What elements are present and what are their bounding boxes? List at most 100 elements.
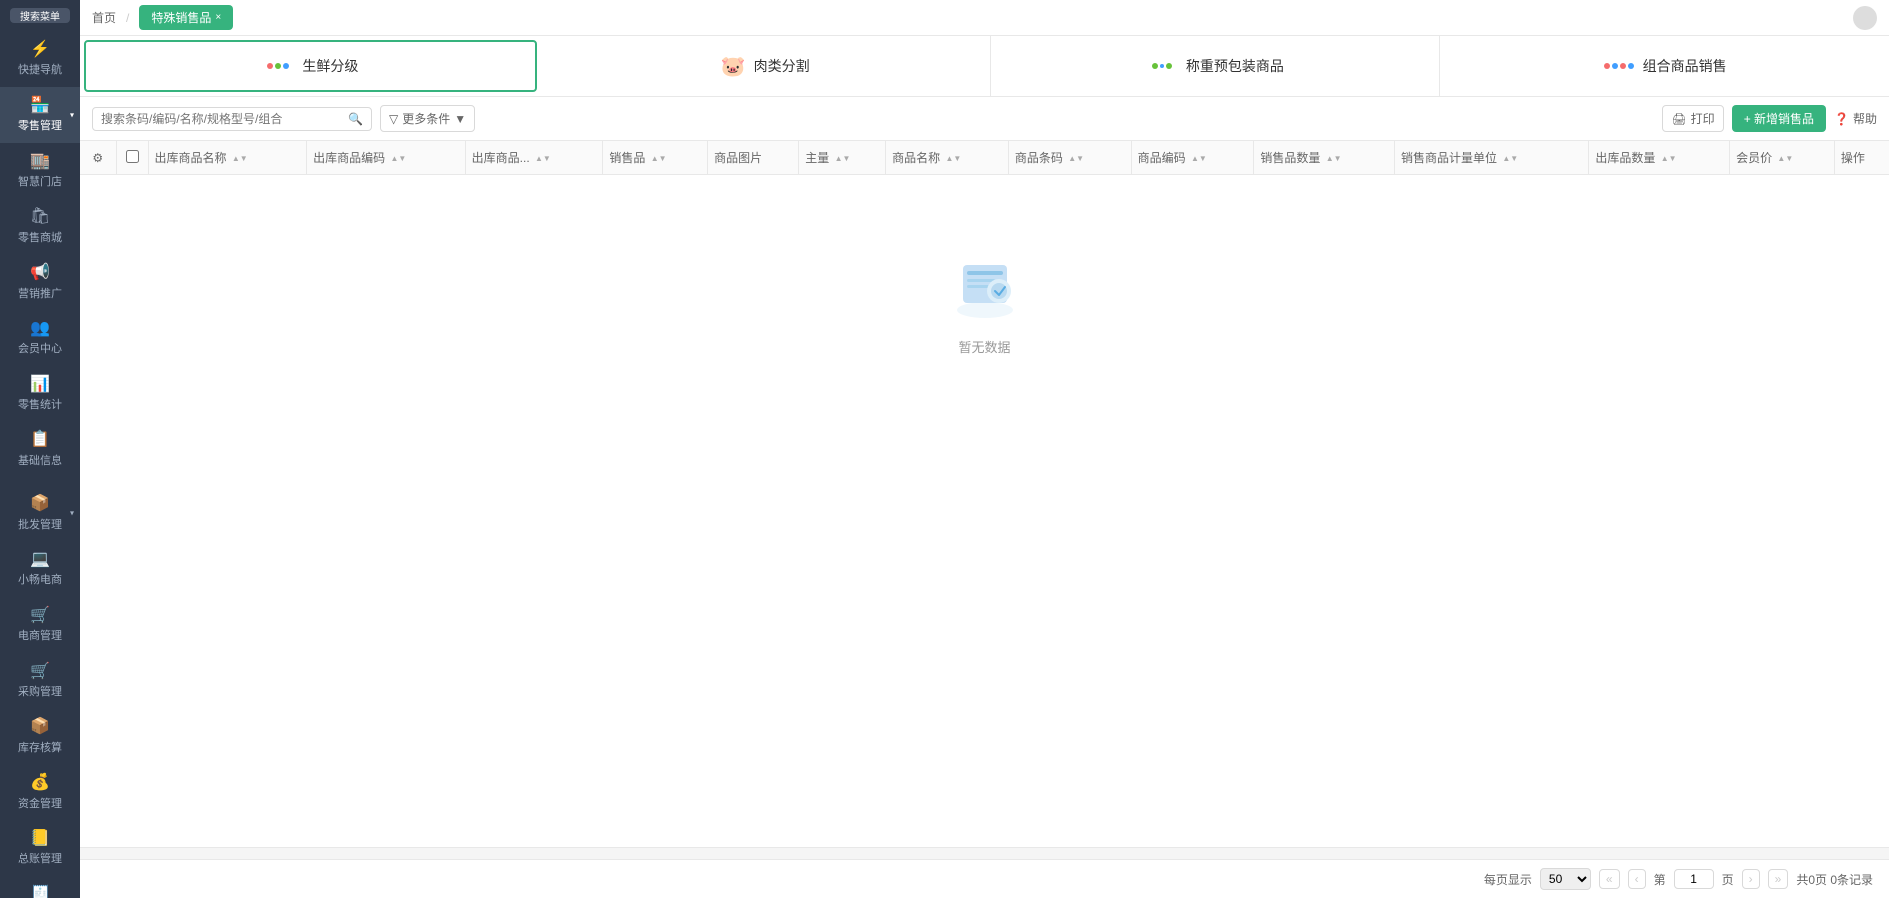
sort-icon[interactable]: ▲▼ — [232, 155, 248, 163]
tab-meat-cut-label: 肉类分割 — [754, 56, 810, 76]
tab-meat-cut[interactable]: 🐷 肉类分割 — [541, 36, 991, 96]
sidebar-item-inventory[interactable]: 📦 库存核算 — [0, 708, 80, 764]
sidebar-item-label: 零售管理 — [18, 119, 62, 134]
purchase-mgmt-icon: 🛒 — [30, 661, 50, 683]
prev-page-button[interactable]: ‹ — [1628, 869, 1646, 889]
sidebar-item-retail-stats[interactable]: 📊 零售统计 — [0, 366, 80, 422]
sidebar-item-label: 采购管理 — [18, 685, 62, 700]
help-icon: ❓ — [1834, 112, 1849, 126]
column-settings-icon[interactable]: ⚙ — [92, 151, 103, 165]
per-page-select[interactable]: 10 20 50 100 — [1540, 868, 1591, 890]
next-page-button[interactable]: › — [1742, 869, 1760, 889]
quick-nav-icon: ⚡ — [30, 39, 50, 61]
sidebar-item-label: 资金管理 — [18, 797, 62, 812]
first-page-button[interactable]: « — [1599, 869, 1620, 889]
sort-icon[interactable]: ▲▼ — [946, 155, 962, 163]
th-settings[interactable]: ⚙ — [80, 141, 116, 175]
page-input[interactable] — [1674, 869, 1714, 889]
new-sales-button[interactable]: + 新增销售品 — [1732, 105, 1826, 132]
page-suffix: 页 — [1722, 871, 1734, 888]
sidebar-item-ecom-mgmt[interactable]: 🛒 电商管理 — [0, 597, 80, 653]
mini-ecom-icon: 💻 — [30, 549, 50, 571]
filter-label: 更多条件 — [402, 110, 450, 127]
th-goods-code: 商品编码 ▲▼ — [1131, 141, 1254, 175]
th-image: 商品图片 — [708, 141, 799, 175]
th-out-spec: 出库商品... ▲▼ — [465, 141, 603, 175]
sidebar-item-quick-nav[interactable]: ⚡ 快捷导航 — [0, 31, 80, 87]
search-icon[interactable]: 🔍 — [348, 112, 363, 126]
th-action: 操作 — [1834, 141, 1889, 175]
th-out-qty: 出库品数量 ▲▼ — [1589, 141, 1730, 175]
print-button[interactable]: 🖨 打印 — [1662, 105, 1723, 132]
sort-icon[interactable]: ▲▼ — [1068, 155, 1084, 163]
basic-info-icon: 📋 — [30, 429, 50, 451]
sidebar-item-basic-info[interactable]: 📋 基础信息 — [0, 421, 80, 477]
th-sale-item: 销售品 ▲▼ — [603, 141, 708, 175]
last-page-button[interactable]: » — [1768, 869, 1789, 889]
sort-icon[interactable]: ▲▼ — [1326, 155, 1342, 163]
th-out-code: 出库商品编码 ▲▼ — [307, 141, 466, 175]
breadcrumb-separator: / — [126, 11, 129, 25]
sort-icon[interactable]: ▲▼ — [1191, 155, 1207, 163]
sidebar-item-label: 零售统计 — [18, 398, 62, 413]
ecom-mgmt-icon: 🛒 — [30, 605, 50, 627]
tab-fresh-grade[interactable]: 生鲜分级 — [84, 40, 537, 92]
top-header: 首页 / 特殊销售品 × — [80, 0, 1889, 36]
sidebar-item-sales-promo[interactable]: 📢 营销推广 — [0, 254, 80, 310]
sort-icon[interactable]: ▲▼ — [535, 155, 551, 163]
retail-mgmt-icon: 🏪 — [30, 95, 50, 117]
sidebar-item-smart-store[interactable]: 🏬 智慧门店 — [0, 143, 80, 199]
sort-icon[interactable]: ▲▼ — [1502, 155, 1518, 163]
sidebar-item-retail-mall[interactable]: 🛍 零售商城 — [0, 198, 80, 254]
member-center-icon: 👥 — [30, 318, 50, 340]
tab-fresh-grade-label: 生鲜分级 — [302, 56, 358, 76]
sort-icon[interactable]: ▲▼ — [1777, 155, 1793, 163]
sidebar-item-member-center[interactable]: 👥 会员中心 — [0, 310, 80, 366]
tab-close-icon[interactable]: × — [215, 12, 221, 23]
tab-scale-prepack[interactable]: 称重预包装商品 — [991, 36, 1441, 96]
ledger-mgmt-icon: 📒 — [30, 828, 50, 850]
sidebar-item-wholesale-mgmt[interactable]: 📦 批发管理 — [0, 485, 80, 541]
th-goods-name: 商品名称 ▲▼ — [886, 141, 1009, 175]
search-box[interactable]: 🔍 — [92, 107, 372, 131]
select-all-checkbox[interactable] — [126, 150, 139, 163]
table-wrapper: ⚙ 出库商品名称 ▲▼ 出库商品编码 ▲▼ — [80, 141, 1889, 847]
sort-icon[interactable]: ▲▼ — [390, 155, 406, 163]
table-header: ⚙ 出库商品名称 ▲▼ 出库商品编码 ▲▼ — [80, 141, 1889, 175]
sidebar-item-label: 电商管理 — [18, 629, 62, 644]
sidebar-item-label: 快捷导航 — [18, 63, 62, 78]
toolbar: 🔍 ▽ 更多条件 ▼ 🖨 打印 + 新增销售品 ❓ 帮助 — [80, 97, 1889, 141]
sales-promo-icon: 📢 — [30, 262, 50, 284]
pig-icon: 🐷 — [721, 54, 746, 79]
filter-icon: ▽ — [389, 112, 398, 126]
sidebar-item-invoice-mgmt[interactable]: 🧾 发票管理 — [0, 876, 80, 898]
sidebar-item-purchase-mgmt[interactable]: 🛒 采购管理 — [0, 653, 80, 709]
sort-icon[interactable]: ▲▼ — [651, 155, 667, 163]
sort-icon[interactable]: ▲▼ — [1661, 155, 1677, 163]
th-check[interactable] — [116, 141, 148, 175]
sidebar-item-capital-mgmt[interactable]: 💰 资金管理 — [0, 764, 80, 820]
filter-button[interactable]: ▽ 更多条件 ▼ — [380, 105, 475, 132]
fresh-grade-icon — [262, 56, 294, 76]
sidebar-item-label: 总账管理 — [18, 852, 62, 867]
sidebar-item-ledger-mgmt[interactable]: 📒 总账管理 — [0, 820, 80, 876]
active-tab[interactable]: 特殊销售品 × — [139, 5, 233, 30]
empty-illustration — [945, 255, 1025, 325]
sidebar-item-mini-ecom[interactable]: 💻 小畅电商 — [0, 541, 80, 597]
th-sale-unit: 销售商品计量单位 ▲▼ — [1395, 141, 1589, 175]
sidebar-item-label: 会员中心 — [18, 342, 62, 357]
tab-combo-sales[interactable]: 组合商品销售 — [1440, 36, 1889, 96]
new-sales-label: + 新增销售品 — [1744, 110, 1814, 127]
search-input[interactable] — [101, 112, 344, 126]
horizontal-scrollbar[interactable] — [80, 847, 1889, 859]
data-table: ⚙ 出库商品名称 ▲▼ 出库商品编码 ▲▼ — [80, 141, 1889, 436]
sidebar-item-retail-mgmt[interactable]: 🏪 零售管理 — [0, 87, 80, 143]
page-label: 第 — [1654, 871, 1666, 888]
user-avatar — [1853, 6, 1877, 30]
th-weight: 主量 ▲▼ — [799, 141, 886, 175]
capital-mgmt-icon: 💰 — [30, 772, 50, 794]
help-button[interactable]: ❓ 帮助 — [1834, 110, 1877, 127]
sort-icon[interactable]: ▲▼ — [835, 155, 851, 163]
breadcrumb-home[interactable]: 首页 — [92, 9, 116, 26]
print-label: 打印 — [1691, 110, 1715, 127]
